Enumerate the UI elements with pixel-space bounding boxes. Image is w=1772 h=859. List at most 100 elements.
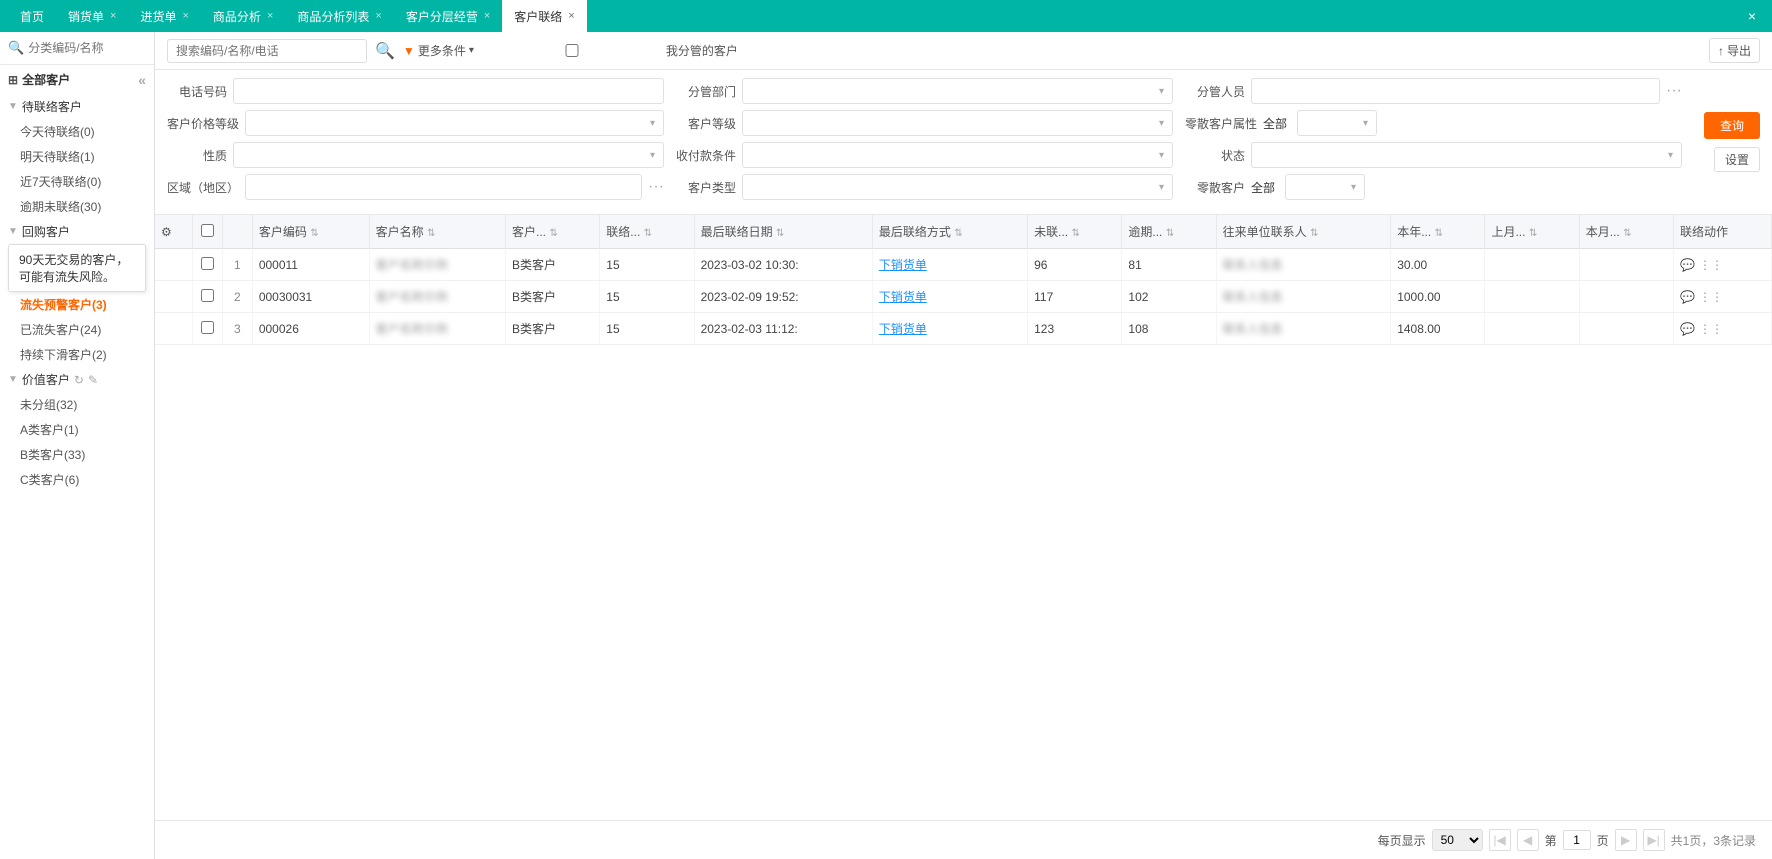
- retail-attr-select[interactable]: ▾: [1297, 110, 1377, 136]
- sidebar-item-a-class[interactable]: A类客户(1): [0, 417, 154, 442]
- row-checkbox-0[interactable]: [192, 249, 222, 281]
- last-date-col-header[interactable]: 最后联络日期 ⇅: [694, 215, 872, 249]
- sidebar-item-c-class[interactable]: C类客户(6): [0, 467, 154, 492]
- row-last-method-1[interactable]: 下销货单: [872, 281, 1027, 313]
- sort-this-year-icon[interactable]: ⇅: [1435, 228, 1443, 239]
- my-customers-check[interactable]: [482, 44, 662, 57]
- sidebar-item-overdue[interactable]: 逾期未联络(30): [0, 194, 154, 219]
- row-last-method-0[interactable]: 下销货单: [872, 249, 1027, 281]
- sidebar-group-value[interactable]: ▼ 价值客户 ↻ ✎: [0, 367, 154, 392]
- row-actions-1[interactable]: 💬 ⋮⋮: [1674, 281, 1772, 313]
- row-checkbox-1[interactable]: [192, 281, 222, 313]
- customer-level-select[interactable]: ▾: [742, 110, 1173, 136]
- code-col-header[interactable]: 客户编码 ⇅: [252, 215, 369, 249]
- checkbox-col-header[interactable]: [192, 215, 222, 249]
- row-last-method-2[interactable]: 下销货单: [872, 313, 1027, 345]
- sort-unit-contact-icon[interactable]: ⇅: [1310, 228, 1318, 239]
- sort-last-method-icon[interactable]: ⇅: [954, 228, 962, 239]
- sidebar-group-pending[interactable]: ▼ 待联络客户: [0, 94, 154, 119]
- nature-select[interactable]: ▾: [233, 142, 664, 168]
- no-contact-col-header[interactable]: 未联... ⇅: [1028, 215, 1122, 249]
- sidebar-item-today[interactable]: 今天待联络(0): [0, 119, 154, 144]
- sort-name-icon[interactable]: ⇅: [427, 228, 435, 239]
- region-select[interactable]: [245, 174, 642, 200]
- overdue-col-header[interactable]: 逾期... ⇅: [1122, 215, 1216, 249]
- this-year-col-header[interactable]: 本年... ⇅: [1391, 215, 1485, 249]
- window-close-button[interactable]: ×: [1740, 8, 1764, 24]
- export-button[interactable]: ↑ 导出: [1709, 38, 1760, 63]
- row-check-1[interactable]: [201, 289, 214, 302]
- sidebar-search-input[interactable]: [28, 41, 155, 55]
- sort-overdue-icon[interactable]: ⇅: [1166, 228, 1174, 239]
- nav-tab-customer-tier[interactable]: 客户分层经营 ×: [394, 0, 502, 32]
- sidebar-item-tomorrow[interactable]: 明天待联络(1): [0, 144, 154, 169]
- sidebar-group-churn[interactable]: ▼ 回购客户: [0, 219, 154, 244]
- last-page-button[interactable]: ▶|: [1643, 829, 1665, 851]
- sidebar-item-churn-risk[interactable]: 流失预警客户(3): [0, 292, 154, 317]
- sort-no-contact-icon[interactable]: ⇅: [1071, 228, 1079, 239]
- action-more-icon-1[interactable]: ⋮⋮: [1699, 290, 1723, 304]
- sort-last-month-icon[interactable]: ⇅: [1529, 228, 1537, 239]
- search-button[interactable]: 🔍: [375, 41, 395, 61]
- close-analysis-tab[interactable]: ×: [267, 10, 273, 22]
- close-sales-tab[interactable]: ×: [110, 10, 116, 22]
- row-check-2[interactable]: [201, 321, 214, 334]
- sidebar-item-churned[interactable]: 已流失客户(24): [0, 317, 154, 342]
- sidebar-item-week[interactable]: 近7天待联络(0): [0, 169, 154, 194]
- sort-level-icon[interactable]: ⇅: [549, 228, 557, 239]
- phone-input[interactable]: [233, 78, 664, 104]
- nav-tab-analysis-table[interactable]: 商品分析列表 ×: [285, 0, 393, 32]
- sidebar-item-b-class[interactable]: B类客户(33): [0, 442, 154, 467]
- region-dots-button[interactable]: ···: [648, 178, 664, 196]
- select-all-checkbox[interactable]: [201, 224, 214, 237]
- name-col-header[interactable]: 客户名称 ⇅: [369, 215, 505, 249]
- action-chat-icon-0[interactable]: 💬: [1680, 258, 1695, 272]
- last-method-col-header[interactable]: 最后联络方式 ⇅: [872, 215, 1027, 249]
- more-conditions-button[interactable]: ▼ 更多条件 ▾: [403, 42, 474, 59]
- contact-col-header[interactable]: 联络... ⇅: [600, 215, 694, 249]
- all-customers-header[interactable]: ⊞ 全部客户 «: [0, 65, 154, 94]
- refresh-icon[interactable]: ↻: [74, 373, 84, 387]
- close-customer-tier-tab[interactable]: ×: [484, 10, 490, 22]
- this-month-col-header[interactable]: 本月... ⇅: [1579, 215, 1673, 249]
- sort-code-icon[interactable]: ⇅: [310, 228, 318, 239]
- nav-tab-purchase[interactable]: 进货单 ×: [128, 0, 200, 32]
- next-page-button[interactable]: ▶: [1615, 829, 1637, 851]
- close-analysis-table-tab[interactable]: ×: [375, 10, 381, 22]
- nav-tab-home[interactable]: 首页: [8, 8, 56, 25]
- unit-contact-col-header[interactable]: 往来单位联系人 ⇅: [1216, 215, 1391, 249]
- price-level-select[interactable]: ▾: [245, 110, 664, 136]
- search-input[interactable]: [167, 39, 367, 63]
- customer-type-select[interactable]: ▾: [742, 174, 1173, 200]
- prev-page-button[interactable]: ◀: [1517, 829, 1539, 851]
- row-actions-2[interactable]: 💬 ⋮⋮: [1674, 313, 1772, 345]
- sidebar-item-holdback[interactable]: 持续下滑客户(2): [0, 342, 154, 367]
- action-chat-icon-1[interactable]: 💬: [1680, 290, 1695, 304]
- my-customers-checkbox[interactable]: 我分管的客户: [482, 42, 738, 59]
- dept-select[interactable]: ▾: [742, 78, 1173, 104]
- sort-this-month-icon[interactable]: ⇅: [1623, 228, 1631, 239]
- payment-select[interactable]: ▾: [742, 142, 1173, 168]
- edit-icon[interactable]: ✎: [88, 373, 98, 387]
- sort-contact-icon[interactable]: ⇅: [644, 228, 652, 239]
- nav-tab-customer-contact[interactable]: 客户联络 ×: [502, 0, 586, 32]
- collapse-button[interactable]: «: [138, 72, 146, 88]
- action-more-icon-2[interactable]: ⋮⋮: [1699, 322, 1723, 336]
- person-dots-button[interactable]: ···: [1666, 82, 1682, 100]
- sort-last-date-icon[interactable]: ⇅: [776, 228, 784, 239]
- close-customer-contact-tab[interactable]: ×: [568, 10, 574, 22]
- row-checkbox-2[interactable]: [192, 313, 222, 345]
- row-actions-0[interactable]: 💬 ⋮⋮: [1674, 249, 1772, 281]
- per-page-select[interactable]: 50 100 200: [1432, 829, 1483, 851]
- settings-col-header[interactable]: ⚙: [155, 215, 192, 249]
- close-purchase-tab[interactable]: ×: [182, 10, 188, 22]
- nav-tab-analysis[interactable]: 商品分析 ×: [201, 0, 285, 32]
- query-button[interactable]: 查询: [1704, 112, 1760, 139]
- settings-button[interactable]: 设置: [1714, 147, 1760, 172]
- sidebar-item-unsorted[interactable]: 未分组(32): [0, 392, 154, 417]
- row-check-0[interactable]: [201, 257, 214, 270]
- person-select[interactable]: [1251, 78, 1660, 104]
- action-more-icon-0[interactable]: ⋮⋮: [1699, 258, 1723, 272]
- first-page-button[interactable]: |◀: [1489, 829, 1511, 851]
- last-month-col-header[interactable]: 上月... ⇅: [1485, 215, 1579, 249]
